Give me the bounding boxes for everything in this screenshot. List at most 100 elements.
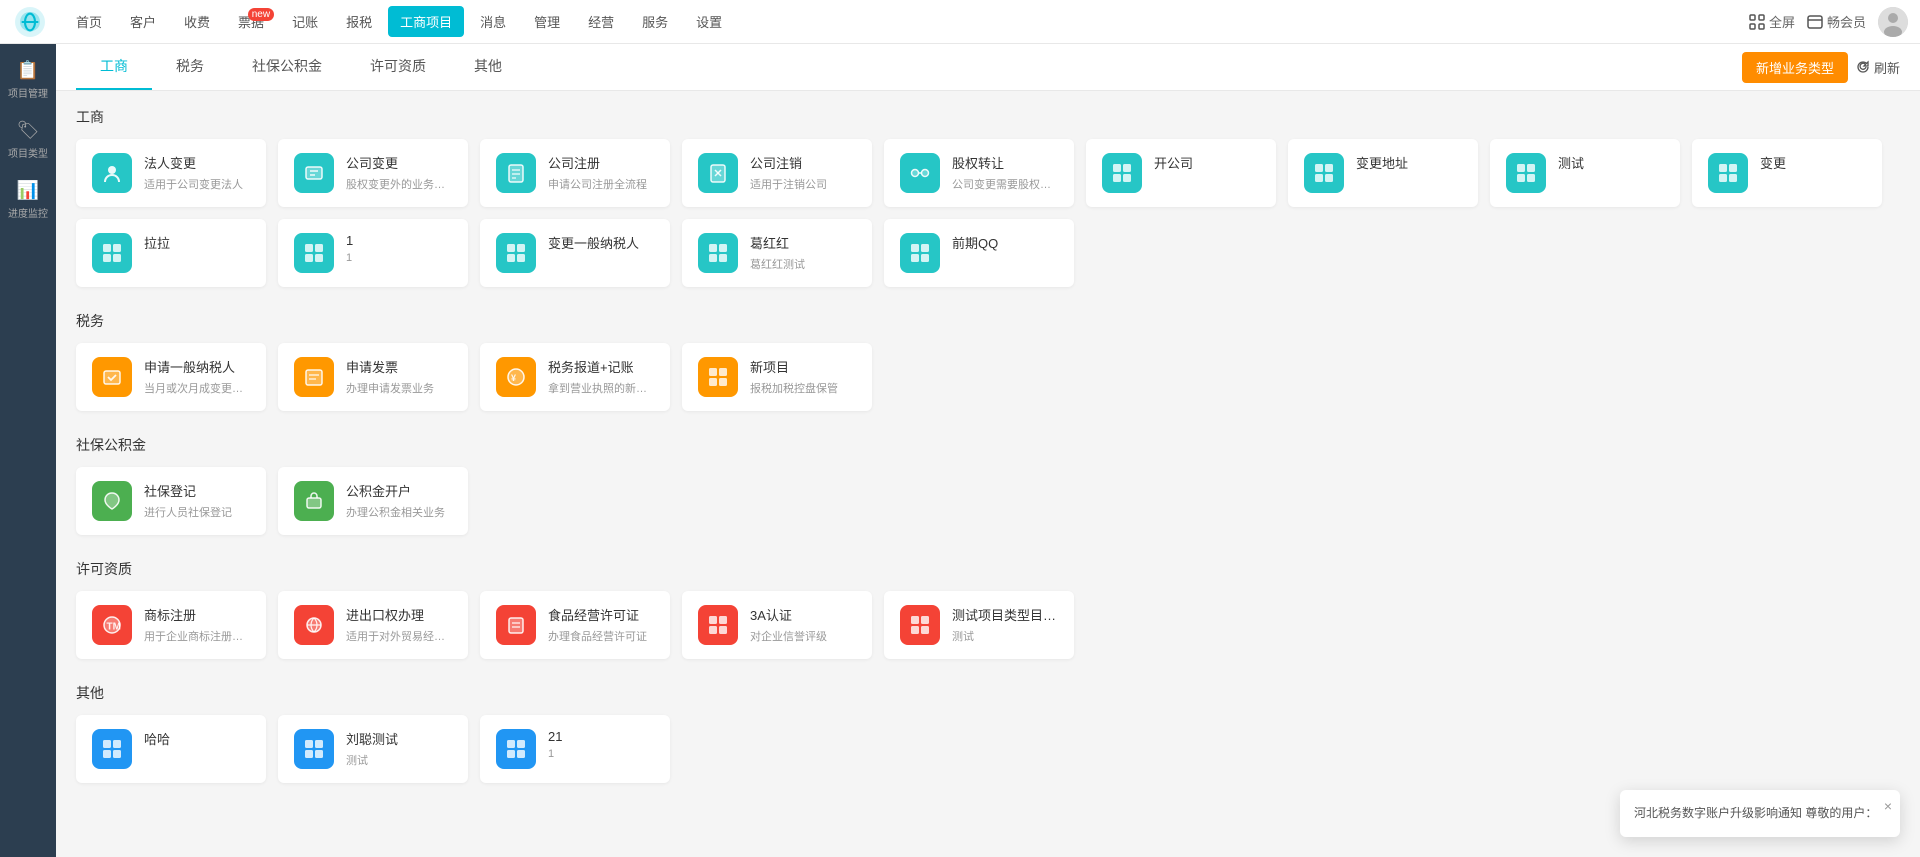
card-法人变更[interactable]: 法人变更适用于公司变更法人 <box>76 139 266 207</box>
section-title: 工商 <box>76 107 1900 127</box>
card-desc: 办理申请发票业务 <box>346 380 452 396</box>
card-name: 食品经营许可证 <box>548 605 654 624</box>
card-icon <box>1304 153 1344 193</box>
card-icon <box>92 233 132 273</box>
sub-tabs-bar: 工商税务社保公积金许可资质其他 新增业务类型 刷新 <box>56 44 1920 91</box>
card-info: 股权转让公司变更需要股权转让 <box>952 153 1058 192</box>
card-变更一般纳税人[interactable]: 变更一般纳税人 <box>480 219 670 287</box>
card-商标注册[interactable]: TM商标注册用于企业商标注册服务 <box>76 591 266 659</box>
card-葛红红[interactable]: 葛红红葛红红测试 <box>682 219 872 287</box>
sidebar-item-项目管理[interactable]: 📋项目管理 <box>0 52 56 108</box>
card-info: 申请一般纳税人当月或次月成变更完成 <box>144 357 250 396</box>
card-desc: 测试 <box>952 628 1058 644</box>
card-grid: 社保登记进行人员社保登记公积金开户办理公积金相关业务 <box>76 467 1900 535</box>
card-icon <box>900 153 940 193</box>
card-刘聪测试[interactable]: 刘聪测试测试 <box>278 715 468 783</box>
svg-text:¥: ¥ <box>511 373 516 383</box>
notification-close-button[interactable]: × <box>1884 798 1892 814</box>
nav-item-首页[interactable]: 首页 <box>64 6 114 37</box>
nav-item-消息[interactable]: 消息 <box>468 6 518 37</box>
card-股权转让[interactable]: 股权转让公司变更需要股权转让 <box>884 139 1074 207</box>
card-desc: 申请公司注册全流程 <box>548 176 654 192</box>
card-测试[interactable]: 测试 <box>1490 139 1680 207</box>
nav-item-工商项目[interactable]: 工商项目 <box>388 6 464 37</box>
card-desc: 办理公积金相关业务 <box>346 504 452 520</box>
nav-badge: new <box>248 8 274 21</box>
nav-item-设置[interactable]: 设置 <box>684 6 734 37</box>
refresh-button[interactable]: 刷新 <box>1856 58 1900 77</box>
section-许可资质: 许可资质TM商标注册用于企业商标注册服务进出口权办理适用于对外贸易经营者食品经营… <box>76 559 1900 659</box>
new-biz-type-button[interactable]: 新增业务类型 <box>1742 52 1848 83</box>
sub-tab-工商[interactable]: 工商 <box>76 44 152 90</box>
nav-item-服务[interactable]: 服务 <box>630 6 680 37</box>
sidebar-label: 项目管理 <box>8 85 48 100</box>
card-desc: 1 <box>346 252 452 264</box>
fullscreen-label: 全屏 <box>1769 12 1795 31</box>
card-info: 前期QQ <box>952 233 1058 256</box>
nav-item-管理[interactable]: 管理 <box>522 6 572 37</box>
card-name: 申请一般纳税人 <box>144 357 250 376</box>
card-变更[interactable]: 变更 <box>1692 139 1882 207</box>
fullscreen-button[interactable]: 全屏 <box>1749 12 1795 31</box>
refresh-label: 刷新 <box>1874 58 1900 77</box>
card-税务报道+记账[interactable]: ¥税务报道+记账拿到营业执照的新公司 <box>480 343 670 411</box>
card-21[interactable]: 211 <box>480 715 670 783</box>
card-desc: 葛红红测试 <box>750 256 856 272</box>
card-icon <box>294 481 334 521</box>
sidebar-label: 项目类型 <box>8 145 48 160</box>
avatar[interactable] <box>1878 7 1908 37</box>
card-1[interactable]: 11 <box>278 219 468 287</box>
sub-tab-许可资质[interactable]: 许可资质 <box>346 44 450 90</box>
card-info: 3A认证对企业信誉评级 <box>750 605 856 644</box>
card-name: 3A认证 <box>750 605 856 624</box>
sidebar-item-进度监控[interactable]: 📊进度监控 <box>0 172 56 228</box>
card-进出口权办理[interactable]: 进出口权办理适用于对外贸易经营者 <box>278 591 468 659</box>
card-3A认证[interactable]: 3A认证对企业信誉评级 <box>682 591 872 659</box>
nav-item-经营[interactable]: 经营 <box>576 6 626 37</box>
card-info: 公司注册申请公司注册全流程 <box>548 153 654 192</box>
card-grid: 哈哈 刘聪测试测试 211 <box>76 715 1900 783</box>
card-申请发票[interactable]: 申请发票办理申请发票业务 <box>278 343 468 411</box>
card-icon <box>900 605 940 645</box>
nav-item-收费[interactable]: 收费 <box>172 6 222 37</box>
nav-item-客户[interactable]: 客户 <box>118 6 168 37</box>
card-desc: 办理食品经营许可证 <box>548 628 654 644</box>
card-info: 进出口权办理适用于对外贸易经营者 <box>346 605 452 644</box>
card-公司注销[interactable]: 公司注销适用于注销公司 <box>682 139 872 207</box>
card-desc: 公司变更需要股权转让 <box>952 176 1058 192</box>
card-icon <box>294 729 334 769</box>
card-新项目[interactable]: 新项目报税加税控盘保管 <box>682 343 872 411</box>
card-社保登记[interactable]: 社保登记进行人员社保登记 <box>76 467 266 535</box>
member-label: 畅会员 <box>1827 12 1866 31</box>
card-desc: 适用于公司变更法人 <box>144 176 250 192</box>
card-info: 变更 <box>1760 153 1866 176</box>
card-info: 测试 <box>1558 153 1664 176</box>
card-拉拉[interactable]: 拉拉 <box>76 219 266 287</box>
card-前期QQ[interactable]: 前期QQ <box>884 219 1074 287</box>
card-icon <box>1506 153 1546 193</box>
card-公积金开户[interactable]: 公积金开户办理公积金相关业务 <box>278 467 468 535</box>
card-grid: TM商标注册用于企业商标注册服务进出口权办理适用于对外贸易经营者食品经营许可证办… <box>76 591 1900 659</box>
card-开公司[interactable]: 开公司 <box>1086 139 1276 207</box>
card-测试项目类型目定义[interactable]: 测试项目类型目定义测试 <box>884 591 1074 659</box>
sidebar-item-项目类型[interactable]: 🏷项目类型 <box>0 112 56 168</box>
card-icon <box>1708 153 1748 193</box>
sub-tab-其他[interactable]: 其他 <box>450 44 526 90</box>
nav-item-报税[interactable]: 报税 <box>334 6 384 37</box>
nav-item-票据[interactable]: 票据new <box>226 6 276 37</box>
nav-item-记账[interactable]: 记账 <box>280 6 330 37</box>
sub-tab-税务[interactable]: 税务 <box>152 44 228 90</box>
card-公司变更[interactable]: 公司变更股权变更外的业务变更 <box>278 139 468 207</box>
member-button[interactable]: 畅会员 <box>1807 12 1866 31</box>
card-name: 新项目 <box>750 357 856 376</box>
card-食品经营许可证[interactable]: 食品经营许可证办理食品经营许可证 <box>480 591 670 659</box>
card-变更地址[interactable]: 变更地址 <box>1288 139 1478 207</box>
card-name: 21 <box>548 729 654 744</box>
card-name: 拉拉 <box>144 233 250 252</box>
card-申请一般纳税人[interactable]: 申请一般纳税人当月或次月成变更完成 <box>76 343 266 411</box>
card-desc: 适用于对外贸易经营者 <box>346 628 452 644</box>
card-name: 前期QQ <box>952 233 1058 252</box>
card-公司注册[interactable]: 公司注册申请公司注册全流程 <box>480 139 670 207</box>
card-哈哈[interactable]: 哈哈 <box>76 715 266 783</box>
sub-tab-社保公积金[interactable]: 社保公积金 <box>228 44 346 90</box>
